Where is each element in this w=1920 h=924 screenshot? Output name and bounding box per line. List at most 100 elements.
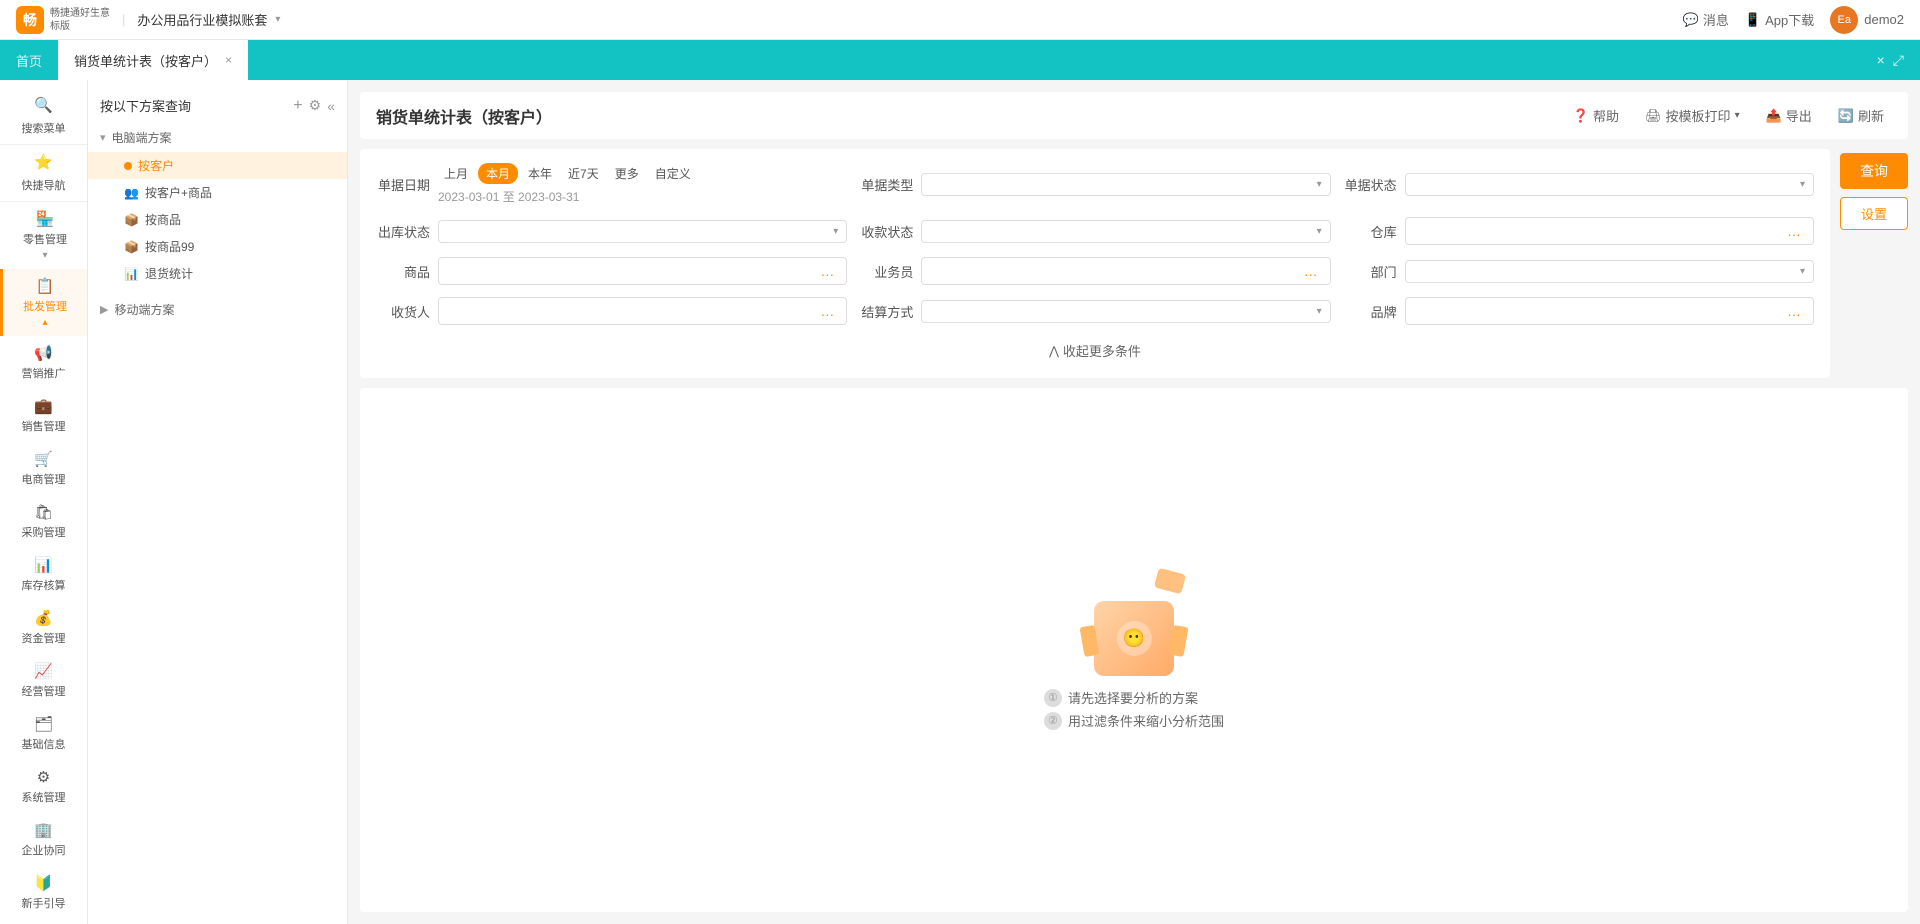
brand-select[interactable]: … xyxy=(1405,297,1814,325)
print-dropdown-icon: ▾ xyxy=(1735,110,1740,121)
tab-bar-controls: × ⤢ xyxy=(1877,52,1904,69)
top-bar-left: 畅 畅捷通好生意标版 | 办公用品行业模拟账套 ▾ xyxy=(16,6,280,34)
scheme-return-stats[interactable]: 📊 退货统计 xyxy=(88,260,347,287)
filter-settlement: 结算方式 ▾ xyxy=(859,297,1330,325)
recipient-dots[interactable]: … xyxy=(816,303,838,319)
return-label: 退货统计 xyxy=(145,265,193,282)
panel-header: 按以下方案查询 + ⚙ « xyxy=(88,88,347,123)
sidebar: 🔍 搜索菜单 ⭐ 快捷导航 🏪 零售管理 ▾ 📋 批发管理 ▴ 📢 营销推广 💼… xyxy=(0,80,88,924)
date-tab-last-month[interactable]: 上月 xyxy=(438,163,474,184)
template-print-btn[interactable]: 🖨 按模板打印 ▾ xyxy=(1637,102,1748,129)
scheme-by-customer-goods[interactable]: 👥 按客户+商品 xyxy=(88,179,347,206)
dept-select[interactable]: ▾ xyxy=(1405,260,1814,283)
scheme-by-goods99[interactable]: 📦 按商品99 xyxy=(88,233,347,260)
app-download-btn[interactable]: 📱 App下载 xyxy=(1745,10,1814,29)
section-toggle[interactable]: ▾ xyxy=(100,131,106,144)
quick-nav-btn[interactable]: ⭐ 快捷导航 xyxy=(0,145,87,202)
box-face: 😶 xyxy=(1117,621,1152,656)
order-type-select[interactable]: ▾ xyxy=(921,173,1330,196)
out-status-select[interactable]: ▾ xyxy=(438,220,847,243)
date-tab-custom[interactable]: 自定义 xyxy=(649,163,697,184)
logo-text: 畅捷通好生意标版 xyxy=(50,7,110,33)
collapse-btn[interactable]: ⋀ 收起更多条件 xyxy=(1037,337,1153,364)
window-close-icon[interactable]: × xyxy=(1877,52,1885,69)
staff-dots[interactable]: … xyxy=(1300,263,1322,279)
sidebar-item-sales[interactable]: 💼 销售管理 xyxy=(0,389,87,442)
sidebar-item-inventory[interactable]: 📊 库存核算 xyxy=(0,548,87,601)
date-tab-more[interactable]: 更多 xyxy=(609,163,645,184)
box-body: 😶 xyxy=(1094,601,1174,676)
placeholder-illustration: 😶 xyxy=(1074,566,1194,676)
scheme-settings-btn[interactable]: ⚙ xyxy=(309,97,322,114)
logo-icon: 畅 xyxy=(16,6,44,34)
button-column: 查询 设置 xyxy=(1840,149,1908,378)
order-status-arrow: ▾ xyxy=(1800,179,1805,190)
settings-btn[interactable]: 设置 xyxy=(1840,197,1908,230)
inventory-icon: 📊 xyxy=(34,556,53,574)
mobile-toggle[interactable]: ▶ xyxy=(100,303,108,316)
staff-select[interactable]: … xyxy=(921,257,1330,285)
message-icon: 💬 xyxy=(1683,12,1699,28)
goods-select[interactable]: … xyxy=(438,257,847,285)
step2-badge: ② xyxy=(1044,712,1062,730)
basic-label: 基础信息 xyxy=(22,736,66,752)
sidebar-item-marketing[interactable]: 📢 营销推广 xyxy=(0,336,87,389)
filter-goods: 商品 … xyxy=(376,257,847,285)
refresh-btn[interactable]: 🔄 刷新 xyxy=(1830,102,1892,129)
filter-row-3: 商品 … 业务员 … xyxy=(376,257,1814,285)
marketing-label: 营销推广 xyxy=(22,365,66,381)
message-btn[interactable]: 💬 消息 xyxy=(1683,10,1729,29)
panel-collapse-btn[interactable]: « xyxy=(327,98,335,114)
scheme-by-customer[interactable]: 按客户 xyxy=(88,152,347,179)
sidebar-item-system[interactable]: ⚙ 系统管理 xyxy=(0,760,87,813)
tab-home[interactable]: 首页 xyxy=(0,40,58,80)
receipt-status-label: 收款状态 xyxy=(859,222,913,241)
receipt-status-select[interactable]: ▾ xyxy=(921,220,1330,243)
date-tab-7days[interactable]: 近7天 xyxy=(562,163,605,184)
goods-dots[interactable]: … xyxy=(816,263,838,279)
recipient-select[interactable]: … xyxy=(438,297,847,325)
finance-label: 资金管理 xyxy=(22,630,66,646)
box-flap xyxy=(1154,568,1186,595)
sales-icon: 💼 xyxy=(34,397,53,415)
tab-close-btn[interactable]: × xyxy=(225,53,232,67)
window-maximize-icon[interactable]: ⤢ xyxy=(1893,52,1904,69)
sidebar-item-basic[interactable]: 🗂 基础信息 xyxy=(0,707,87,760)
settlement-select[interactable]: ▾ xyxy=(921,300,1330,323)
tab-active[interactable]: 销货单统计表（按客户） × xyxy=(58,40,248,80)
date-label: 单据日期 xyxy=(376,175,430,194)
user-area[interactable]: Ea demo2 xyxy=(1830,6,1904,34)
brand-dots[interactable]: … xyxy=(1783,303,1805,319)
refresh-icon: 🔄 xyxy=(1838,108,1854,124)
operations-icon: 📈 xyxy=(34,662,53,680)
by-cg-label: 按客户+商品 xyxy=(145,184,212,201)
sidebar-item-ecommerce[interactable]: 🛒 电商管理 xyxy=(0,442,87,495)
logo-area: 畅 畅捷通好生意标版 xyxy=(16,6,110,34)
brand-label: 品牌 xyxy=(1343,302,1397,321)
warehouse-select[interactable]: … xyxy=(1405,217,1814,245)
help-btn[interactable]: ❓ 帮助 xyxy=(1565,102,1627,129)
filter-order-type: 单据类型 ▾ xyxy=(859,163,1330,205)
date-tab-this-year[interactable]: 本年 xyxy=(522,163,558,184)
date-tab-this-month[interactable]: 本月 xyxy=(478,163,518,184)
query-btn[interactable]: 查询 xyxy=(1840,153,1908,189)
user-name: demo2 xyxy=(1864,12,1904,27)
sidebar-item-wholesale[interactable]: 📋 批发管理 ▴ xyxy=(0,269,87,336)
sidebar-item-enterprise[interactable]: 🏢 企业协同 xyxy=(0,813,87,866)
sidebar-item-purchase[interactable]: 🛍 采购管理 xyxy=(0,495,87,548)
sidebar-item-apps[interactable]: 🧩 应用中心 xyxy=(0,919,87,924)
export-btn[interactable]: 📤 导出 xyxy=(1758,102,1820,129)
scheme-by-goods[interactable]: 📦 按商品 xyxy=(88,206,347,233)
content-area: 按以下方案查询 + ⚙ « ▾ 电脑端方案 按客户 👥 按客户+商品 xyxy=(88,80,1920,924)
warehouse-dots[interactable]: … xyxy=(1783,223,1805,239)
sidebar-item-finance[interactable]: 💰 资金管理 xyxy=(0,601,87,654)
search-menu-btn[interactable]: 🔍 搜索菜单 xyxy=(0,88,87,145)
filter-row-4: 收货人 … 结算方式 ▾ xyxy=(376,297,1814,325)
sidebar-item-guide[interactable]: 🔰 新手引导 xyxy=(0,866,87,919)
order-status-select[interactable]: ▾ xyxy=(1405,173,1814,196)
sidebar-item-retail[interactable]: 🏪 零售管理 ▾ xyxy=(0,202,87,269)
add-scheme-btn[interactable]: + xyxy=(293,97,302,115)
app-title-dropdown[interactable]: ▾ xyxy=(275,14,280,25)
guide-icon: 🔰 xyxy=(34,874,53,892)
sidebar-item-operations[interactable]: 📈 经营管理 xyxy=(0,654,87,707)
